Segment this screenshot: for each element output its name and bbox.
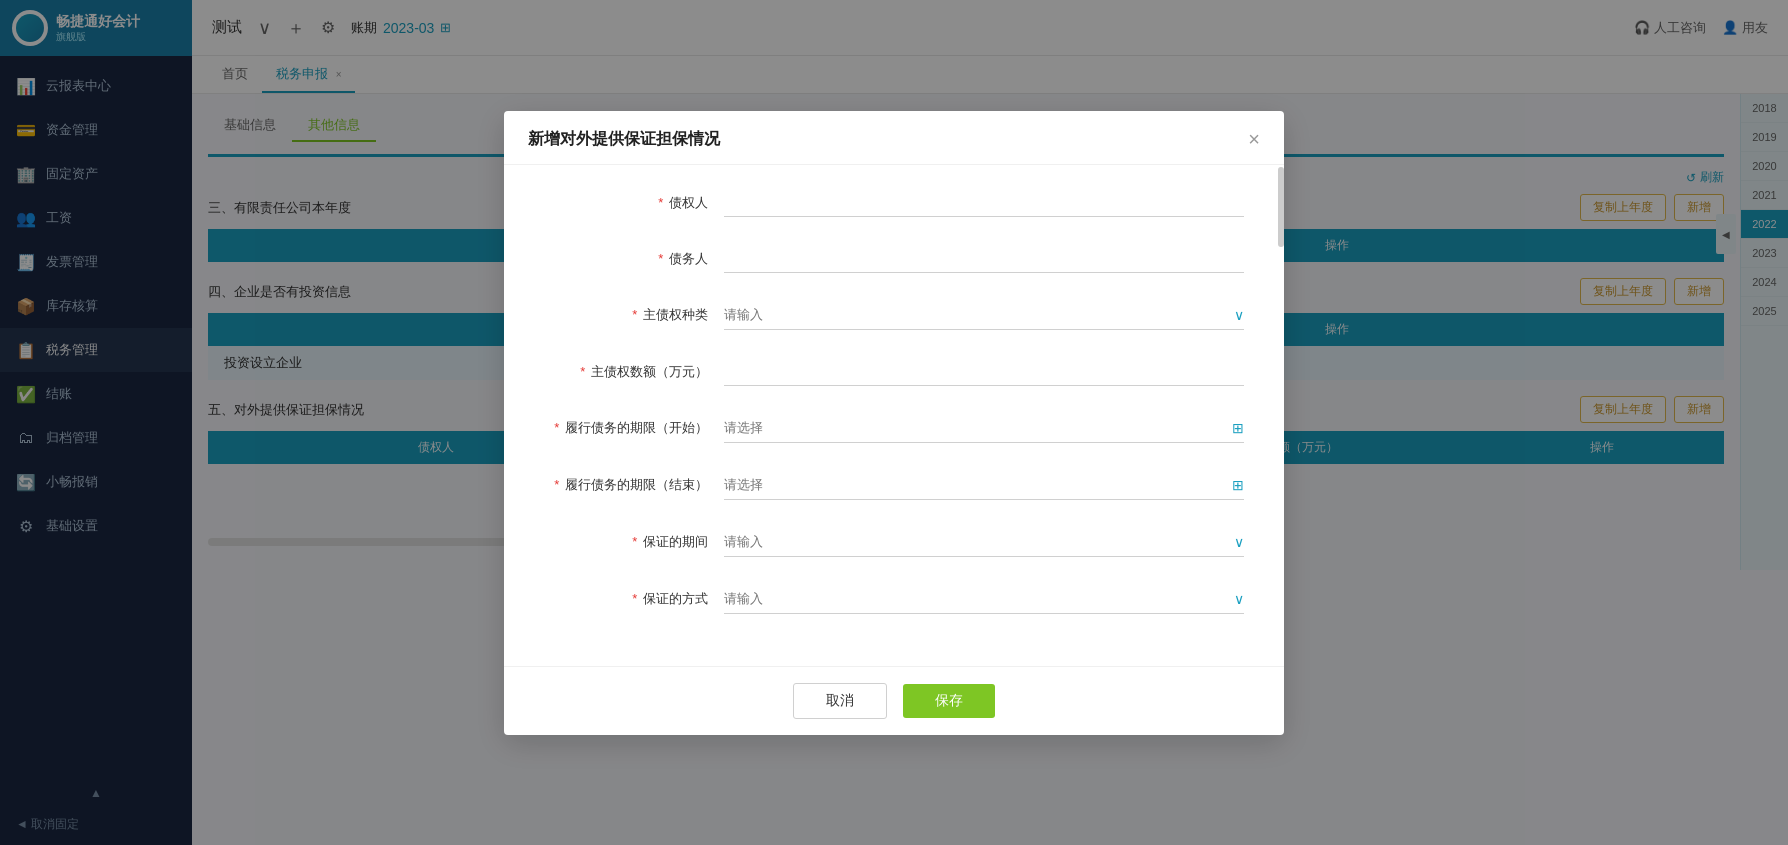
input-debtor[interactable] bbox=[724, 245, 1244, 273]
label-debtor: * 债务人 bbox=[544, 250, 724, 268]
required-mark-8: * bbox=[632, 591, 637, 606]
input-guarantee-method[interactable] bbox=[724, 591, 1234, 606]
required-mark-5: * bbox=[554, 420, 559, 435]
modal-add-guarantee: 新增对外提供保证担保情况 × * 债权人 * 债务人 bbox=[504, 111, 1284, 735]
label-claim-amount: * 主债权数额（万元） bbox=[544, 363, 724, 381]
modal-scrollbar-thumb bbox=[1278, 167, 1284, 247]
field-guarantee-period: * 保证的期间 ∨ bbox=[544, 528, 1244, 557]
input-claim-type[interactable] bbox=[724, 307, 1234, 322]
chevron-guarantee-method-icon[interactable]: ∨ bbox=[1234, 591, 1244, 607]
field-creditor: * 债权人 bbox=[544, 189, 1244, 217]
chevron-claim-type-icon[interactable]: ∨ bbox=[1234, 307, 1244, 323]
field-claim-type: * 主债权种类 ∨ bbox=[544, 301, 1244, 330]
field-period-end: * 履行债务的期限（结束） ⊞ bbox=[544, 471, 1244, 500]
modal-title: 新增对外提供保证担保情况 bbox=[528, 129, 720, 150]
field-guarantee-method: * 保证的方式 ∨ bbox=[544, 585, 1244, 614]
field-period-start: * 履行债务的期限（开始） ⊞ bbox=[544, 414, 1244, 443]
modal-body: * 债权人 * 债务人 * 主债权种类 bbox=[504, 165, 1284, 666]
select-guarantee-method[interactable]: ∨ bbox=[724, 585, 1244, 614]
required-mark-7: * bbox=[632, 534, 637, 549]
required-mark: * bbox=[658, 195, 663, 210]
chevron-guarantee-period-icon[interactable]: ∨ bbox=[1234, 534, 1244, 550]
required-mark-4: * bbox=[580, 364, 585, 379]
label-claim-type: * 主债权种类 bbox=[544, 306, 724, 324]
date-period-end[interactable]: ⊞ bbox=[724, 471, 1244, 500]
select-guarantee-period[interactable]: ∨ bbox=[724, 528, 1244, 557]
label-creditor: * 债权人 bbox=[544, 194, 724, 212]
input-period-end[interactable] bbox=[724, 477, 1232, 492]
input-guarantee-period[interactable] bbox=[724, 534, 1234, 549]
required-mark-6: * bbox=[554, 477, 559, 492]
input-claim-amount[interactable] bbox=[724, 358, 1244, 386]
input-period-start[interactable] bbox=[724, 420, 1232, 435]
calendar-end-icon[interactable]: ⊞ bbox=[1232, 477, 1244, 493]
modal-overlay[interactable]: 新增对外提供保证担保情况 × * 债权人 * 债务人 bbox=[0, 0, 1788, 845]
save-button[interactable]: 保存 bbox=[903, 684, 995, 718]
select-claim-type[interactable]: ∨ bbox=[724, 301, 1244, 330]
input-creditor[interactable] bbox=[724, 189, 1244, 217]
calendar-start-icon[interactable]: ⊞ bbox=[1232, 420, 1244, 436]
label-guarantee-period: * 保证的期间 bbox=[544, 533, 724, 551]
modal-header: 新增对外提供保证担保情况 × bbox=[504, 111, 1284, 165]
modal-close-btn[interactable]: × bbox=[1248, 129, 1260, 149]
required-mark-2: * bbox=[658, 251, 663, 266]
field-debtor: * 债务人 bbox=[544, 245, 1244, 273]
label-guarantee-method: * 保证的方式 bbox=[544, 590, 724, 608]
required-mark-3: * bbox=[632, 307, 637, 322]
label-period-end: * 履行债务的期限（结束） bbox=[544, 476, 724, 494]
label-period-start: * 履行债务的期限（开始） bbox=[544, 419, 724, 437]
date-period-start[interactable]: ⊞ bbox=[724, 414, 1244, 443]
field-claim-amount: * 主债权数额（万元） bbox=[544, 358, 1244, 386]
cancel-button[interactable]: 取消 bbox=[793, 683, 887, 719]
modal-scrollbar bbox=[1278, 167, 1284, 663]
modal-footer: 取消 保存 bbox=[504, 666, 1284, 735]
